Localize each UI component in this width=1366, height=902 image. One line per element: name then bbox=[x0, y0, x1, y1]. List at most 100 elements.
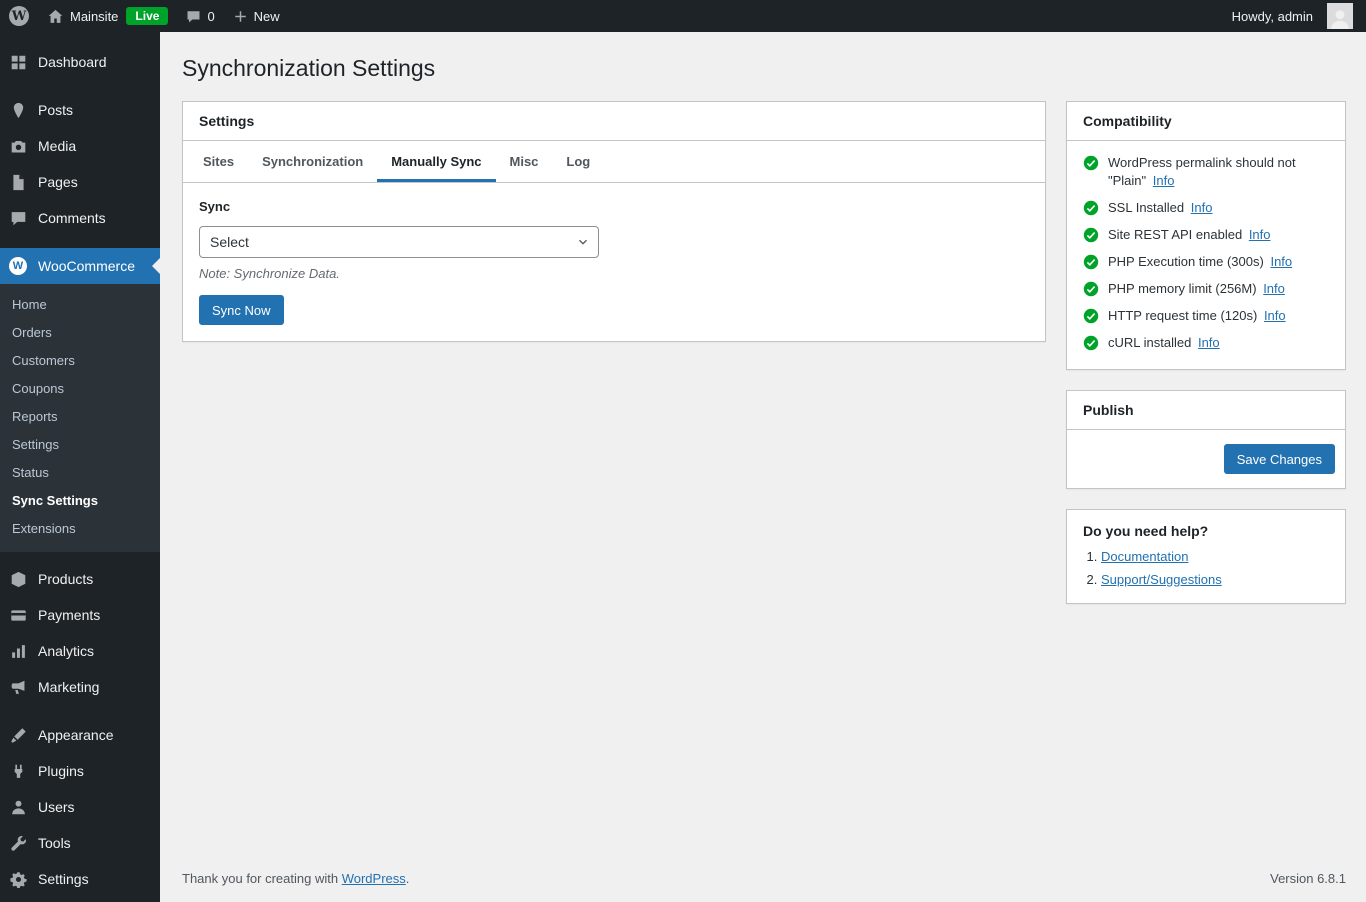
new-content-button[interactable]: New bbox=[224, 0, 289, 32]
comment-count: 0 bbox=[207, 8, 215, 24]
sidebar-item-label: Products bbox=[38, 571, 94, 587]
help-item: Documentation bbox=[1101, 549, 1329, 564]
info-link[interactable]: Info bbox=[1264, 308, 1286, 323]
check-circle-icon bbox=[1083, 200, 1099, 216]
sidebar-item-label: Settings bbox=[38, 871, 89, 887]
comments-bubble[interactable]: 0 bbox=[177, 0, 223, 32]
admin-bar: W Mainsite Live 0 New Howdy, admin bbox=[0, 0, 1366, 32]
submenu-item-extensions[interactable]: Extensions bbox=[0, 515, 160, 543]
compatibility-title: Compatibility bbox=[1067, 102, 1345, 141]
publish-box: Publish Save Changes bbox=[1066, 390, 1346, 489]
sidebar-item-users[interactable]: Users bbox=[0, 789, 160, 825]
submenu-item-settings[interactable]: Settings bbox=[0, 431, 160, 459]
wordpress-logo-icon: W bbox=[9, 6, 29, 26]
account-menu[interactable]: Howdy, admin bbox=[1223, 0, 1366, 32]
info-link[interactable]: Info bbox=[1153, 173, 1175, 188]
compat-item-php-memory: PHP memory limit (256M) Info bbox=[1083, 280, 1329, 298]
footer-version: Version 6.8.1 bbox=[1270, 871, 1346, 886]
sidebar-item-payments[interactable]: Payments bbox=[0, 597, 160, 633]
check-circle-icon bbox=[1083, 155, 1099, 171]
sidebar-item-tools[interactable]: Tools bbox=[0, 825, 160, 861]
comments-icon bbox=[8, 208, 28, 228]
admin-sidebar: Dashboard Posts Media Pages Comments W W… bbox=[0, 32, 160, 902]
tab-manually-sync[interactable]: Manually Sync bbox=[377, 141, 496, 182]
sidebar-item-posts[interactable]: Posts bbox=[0, 92, 160, 128]
tools-icon bbox=[8, 833, 28, 853]
submenu-item-sync-settings[interactable]: Sync Settings bbox=[0, 487, 160, 515]
compat-text: HTTP request time (120s) bbox=[1108, 308, 1258, 323]
sidebar-item-dashboard[interactable]: Dashboard bbox=[0, 44, 160, 80]
site-link[interactable]: Mainsite Live bbox=[38, 0, 177, 32]
sidebar-item-plugins[interactable]: Plugins bbox=[0, 753, 160, 789]
compat-item-curl: cURL installed Info bbox=[1083, 334, 1329, 352]
footer-thanks-text: Thank you for creating with bbox=[182, 871, 339, 886]
woocommerce-submenu: Home Orders Customers Coupons Reports Se… bbox=[0, 284, 160, 552]
help-title: Do you need help? bbox=[1083, 523, 1209, 539]
tab-sites[interactable]: Sites bbox=[189, 141, 248, 182]
check-circle-icon bbox=[1083, 227, 1099, 243]
compat-text: WordPress permalink should not "Plain" bbox=[1108, 155, 1296, 188]
posts-icon bbox=[8, 100, 28, 120]
payments-icon bbox=[8, 605, 28, 625]
save-changes-button[interactable]: Save Changes bbox=[1223, 444, 1335, 474]
compat-text: PHP memory limit (256M) bbox=[1108, 281, 1257, 296]
sidebar-item-pages[interactable]: Pages bbox=[0, 164, 160, 200]
sidebar-item-products[interactable]: Products bbox=[0, 561, 160, 597]
site-name: Mainsite bbox=[70, 8, 119, 24]
sidebar-item-label: Analytics bbox=[38, 643, 95, 659]
info-link[interactable]: Info bbox=[1198, 335, 1220, 350]
help-item: Support/Suggestions bbox=[1101, 572, 1329, 587]
submenu-item-coupons[interactable]: Coupons bbox=[0, 375, 160, 403]
compat-text: PHP Execution time (300s) bbox=[1108, 254, 1264, 269]
dashboard-icon bbox=[8, 52, 28, 72]
sync-select[interactable]: Select bbox=[199, 226, 599, 258]
sidebar-item-marketing[interactable]: Marketing bbox=[0, 669, 160, 705]
avatar bbox=[1327, 3, 1353, 29]
settings-box: Settings Sites Synchronization Manually … bbox=[182, 101, 1046, 342]
info-link[interactable]: Info bbox=[1249, 227, 1271, 242]
main-content: Synchronization Settings Settings Sites … bbox=[160, 0, 1366, 902]
sidebar-item-label: Pages bbox=[38, 174, 78, 190]
check-circle-icon bbox=[1083, 308, 1099, 324]
sync-now-button[interactable]: Sync Now bbox=[199, 295, 284, 325]
help-box: Do you need help? Documentation Support/… bbox=[1066, 509, 1346, 604]
wordpress-menu[interactable]: W bbox=[0, 0, 38, 32]
tab-synchronization[interactable]: Synchronization bbox=[248, 141, 377, 182]
tab-misc[interactable]: Misc bbox=[496, 141, 553, 182]
sidebar-item-label: Comments bbox=[38, 210, 106, 226]
sidebar-item-label: Plugins bbox=[38, 763, 84, 779]
users-icon bbox=[8, 797, 28, 817]
sidebar-item-comments[interactable]: Comments bbox=[0, 200, 160, 236]
submenu-item-customers[interactable]: Customers bbox=[0, 347, 160, 375]
check-circle-icon bbox=[1083, 281, 1099, 297]
sidebar-item-label: Tools bbox=[38, 835, 71, 851]
info-link[interactable]: Info bbox=[1191, 200, 1213, 215]
compat-item-php-execution: PHP Execution time (300s) Info bbox=[1083, 253, 1329, 271]
support-suggestions-link[interactable]: Support/Suggestions bbox=[1101, 572, 1222, 587]
compat-text: Site REST API enabled bbox=[1108, 227, 1243, 242]
tab-log[interactable]: Log bbox=[552, 141, 604, 182]
sidebar-item-appearance[interactable]: Appearance bbox=[0, 717, 160, 753]
compatibility-box: Compatibility WordPress permalink should… bbox=[1066, 101, 1346, 370]
sidebar-item-label: WooCommerce bbox=[38, 258, 135, 274]
wordpress-footer-link[interactable]: WordPress bbox=[342, 871, 406, 886]
manually-sync-panel: Sync Select Note: Synchronize Data. Sync… bbox=[183, 183, 1045, 341]
settings-tabs: Sites Synchronization Manually Sync Misc… bbox=[183, 141, 1045, 183]
info-link[interactable]: Info bbox=[1263, 281, 1285, 296]
sidebar-item-media[interactable]: Media bbox=[0, 128, 160, 164]
sidebar-item-settings[interactable]: Settings bbox=[0, 861, 160, 897]
sidebar-item-analytics[interactable]: Analytics bbox=[0, 633, 160, 669]
help-list: Documentation Support/Suggestions bbox=[1083, 549, 1329, 587]
documentation-link[interactable]: Documentation bbox=[1101, 549, 1188, 564]
media-icon bbox=[8, 136, 28, 156]
sidebar-item-woocommerce[interactable]: W WooCommerce bbox=[0, 248, 160, 284]
submenu-item-status[interactable]: Status bbox=[0, 459, 160, 487]
submenu-item-reports[interactable]: Reports bbox=[0, 403, 160, 431]
compat-text: cURL installed bbox=[1108, 335, 1192, 350]
sidebar-item-label: Posts bbox=[38, 102, 74, 118]
submenu-item-orders[interactable]: Orders bbox=[0, 319, 160, 347]
check-circle-icon bbox=[1083, 254, 1099, 270]
submenu-item-home[interactable]: Home bbox=[0, 291, 160, 319]
compat-text: SSL Installed bbox=[1108, 200, 1185, 215]
info-link[interactable]: Info bbox=[1270, 254, 1292, 269]
